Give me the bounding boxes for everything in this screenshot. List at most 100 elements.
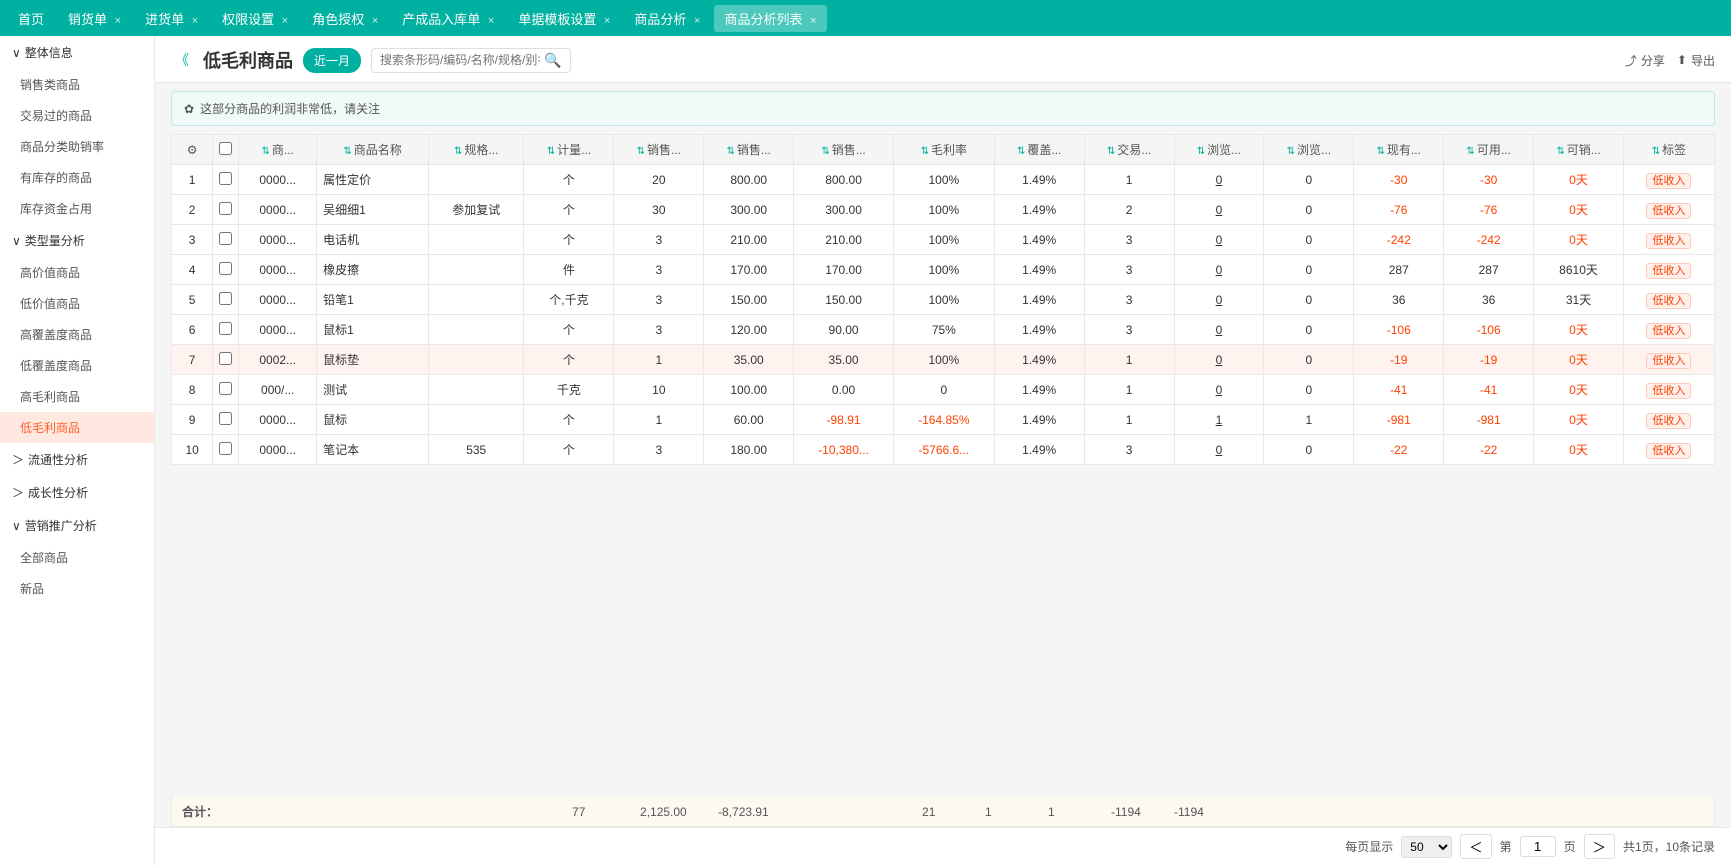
row-browse1[interactable]: 0 <box>1174 315 1264 345</box>
row-name[interactable]: 属性定价 <box>317 165 429 195</box>
warning-icon: ✿ <box>184 102 194 116</box>
nav-item-sales[interactable]: 销货单 × <box>58 5 131 32</box>
th-browse2[interactable]: ⇅浏览... <box>1264 135 1354 165</box>
search-icon[interactable]: 🔍 <box>544 52 561 69</box>
th-stock3[interactable]: ⇅可销... <box>1534 135 1624 165</box>
th-spec[interactable]: ⇅规格... <box>428 135 524 165</box>
row-unit: 个 <box>524 165 614 195</box>
th-coverage[interactable]: ⇅覆盖... <box>994 135 1084 165</box>
th-unit[interactable]: ⇅计量... <box>524 135 614 165</box>
row-checkbox[interactable] <box>213 345 239 375</box>
sidebar-item-high-value[interactable]: 高价值商品 <box>0 257 154 288</box>
sidebar-item-high-margin[interactable]: 高毛利商品 <box>0 381 154 412</box>
row-name[interactable]: 吴细细1 <box>317 195 429 225</box>
prev-page-btn[interactable]: ＜ <box>1460 834 1491 859</box>
nav-item-product-entry[interactable]: 产成品入库单 × <box>392 5 504 32</box>
row-checkbox[interactable] <box>213 315 239 345</box>
th-stock1[interactable]: ⇅现有... <box>1354 135 1444 165</box>
row-browse1[interactable]: 0 <box>1174 255 1264 285</box>
row-checkbox[interactable] <box>213 375 239 405</box>
row-stock3: 8610天 <box>1534 255 1624 285</box>
row-name[interactable]: 橡皮擦 <box>317 255 429 285</box>
filter-recent-month-btn[interactable]: 近一月 <box>303 48 361 73</box>
nav-item-roles[interactable]: 角色授权 × <box>302 5 388 32</box>
th-browse1[interactable]: ⇅浏览... <box>1174 135 1264 165</box>
close-icon[interactable]: × <box>488 15 494 27</box>
sidebar-group-type-analysis[interactable]: ∨ 类型量分析 <box>0 224 154 257</box>
sidebar-group-growth[interactable]: ＞ 成长性分析 <box>0 476 154 509</box>
export-btn[interactable]: ⬆ 导出 <box>1677 52 1715 69</box>
row-stock3: 0天 <box>1534 225 1624 255</box>
row-coverage: 1.49% <box>994 225 1084 255</box>
row-browse1[interactable]: 1 <box>1174 405 1264 435</box>
nav-item-home[interactable]: 首页 <box>8 5 54 32</box>
close-icon[interactable]: × <box>192 15 198 27</box>
th-sale1[interactable]: ⇅销售... <box>614 135 704 165</box>
sidebar-group-liquidity[interactable]: ＞ 流通性分析 <box>0 443 154 476</box>
row-browse1[interactable]: 0 <box>1174 225 1264 255</box>
row-checkbox[interactable] <box>213 435 239 465</box>
row-browse1[interactable]: 0 <box>1174 345 1264 375</box>
th-stock2[interactable]: ⇅可用... <box>1444 135 1534 165</box>
row-checkbox[interactable] <box>213 255 239 285</box>
nav-item-template[interactable]: 单据模板设置 × <box>508 5 620 32</box>
per-page-select[interactable]: 50 100 200 <box>1401 836 1452 858</box>
select-all-checkbox[interactable] <box>219 142 232 155</box>
nav-item-permissions[interactable]: 权限设置 × <box>212 5 298 32</box>
collapse-sidebar-btn[interactable]: 《 <box>171 46 193 74</box>
close-icon[interactable]: × <box>810 15 816 27</box>
row-browse1[interactable]: 0 <box>1174 375 1264 405</box>
row-checkbox[interactable] <box>213 195 239 225</box>
th-code[interactable]: ⇅商... <box>239 135 317 165</box>
row-name[interactable]: 鼠标1 <box>317 315 429 345</box>
row-browse1[interactable]: 0 <box>1174 195 1264 225</box>
sidebar-item-traded-goods[interactable]: 交易过的商品 <box>0 100 154 131</box>
row-checkbox[interactable] <box>213 165 239 195</box>
sidebar-item-low-margin[interactable]: 低毛利商品 <box>0 412 154 443</box>
row-name[interactable]: 电话机 <box>317 225 429 255</box>
th-tag[interactable]: ⇅标签 <box>1623 135 1714 165</box>
row-name[interactable]: 测试 <box>317 375 429 405</box>
sidebar-item-high-coverage[interactable]: 高覆盖度商品 <box>0 319 154 350</box>
row-name[interactable]: 铅笔1 <box>317 285 429 315</box>
nav-item-purchase[interactable]: 进货单 × <box>135 5 208 32</box>
sidebar-item-low-coverage[interactable]: 低覆盖度商品 <box>0 350 154 381</box>
close-icon[interactable]: × <box>115 15 121 27</box>
th-sale3[interactable]: ⇅销售... <box>794 135 894 165</box>
sidebar-item-low-value[interactable]: 低价值商品 <box>0 288 154 319</box>
nav-item-goods-analysis-list[interactable]: 商品分析列表 × <box>714 5 826 32</box>
nav-item-goods-analysis[interactable]: 商品分析 × <box>624 5 710 32</box>
sidebar-group-overall[interactable]: ∨ 整体信息 <box>0 36 154 69</box>
row-browse1[interactable]: 0 <box>1174 285 1264 315</box>
close-icon[interactable]: × <box>694 15 700 27</box>
sidebar-item-all-goods[interactable]: 全部商品 <box>0 542 154 573</box>
th-checkbox[interactable] <box>213 135 239 165</box>
row-checkbox[interactable] <box>213 225 239 255</box>
close-icon[interactable]: × <box>282 15 288 27</box>
close-icon[interactable]: × <box>604 15 610 27</box>
share-btn[interactable]: ⤴ 分享 <box>1625 52 1665 69</box>
row-browse1[interactable]: 0 <box>1174 435 1264 465</box>
row-name[interactable]: 鼠标 <box>317 405 429 435</box>
sidebar-item-stocked-goods[interactable]: 有库存的商品 <box>0 162 154 193</box>
sidebar-item-sales-goods[interactable]: 销售类商品 <box>0 69 154 100</box>
th-trade[interactable]: ⇅交易... <box>1084 135 1174 165</box>
page-number-input[interactable] <box>1520 836 1556 857</box>
th-gross[interactable]: ⇅毛利率 <box>893 135 994 165</box>
row-name[interactable]: 笔记本 <box>317 435 429 465</box>
sidebar-item-new-goods[interactable]: 新品 <box>0 573 154 604</box>
th-name[interactable]: ⇅商品名称 <box>317 135 429 165</box>
close-icon[interactable]: × <box>372 15 378 27</box>
row-browse1[interactable]: 0 <box>1174 165 1264 195</box>
next-page-btn[interactable]: ＞ <box>1584 834 1615 859</box>
row-checkbox[interactable] <box>213 405 239 435</box>
sidebar-item-stock-capital[interactable]: 库存资金占用 <box>0 193 154 224</box>
th-sale2[interactable]: ⇅销售... <box>704 135 794 165</box>
sidebar-group-marketing[interactable]: ∨ 营销推广分析 <box>0 509 154 542</box>
th-settings[interactable]: ⚙ <box>172 135 213 165</box>
row-name[interactable]: 鼠标垫 <box>317 345 429 375</box>
row-checkbox[interactable] <box>213 285 239 315</box>
search-input[interactable] <box>380 53 540 67</box>
row-no: 4 <box>172 255 213 285</box>
sidebar-item-category-rate[interactable]: 商品分类助销率 <box>0 131 154 162</box>
